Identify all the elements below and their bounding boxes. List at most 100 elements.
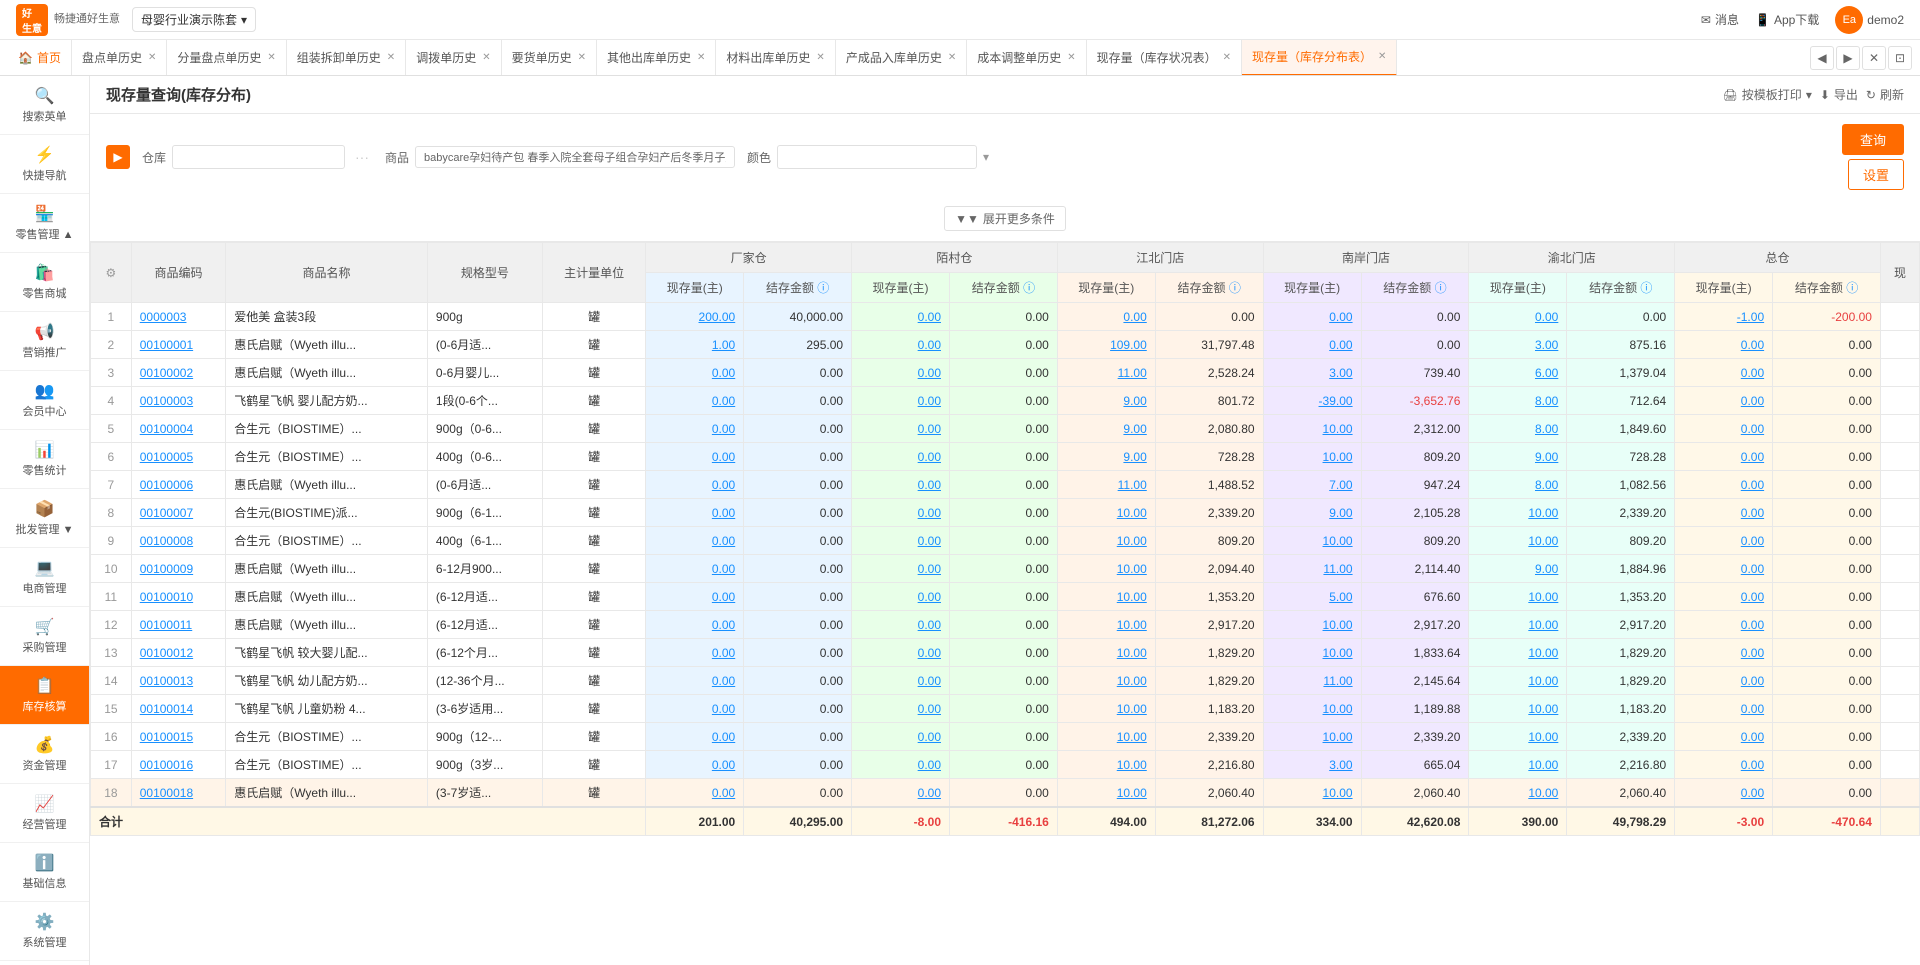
factory-qty[interactable]: 0.00 <box>646 415 744 443</box>
app-download-button[interactable]: 📱 App下载 <box>1755 11 1819 28</box>
nanan-qty[interactable]: 0.00 <box>1263 303 1361 331</box>
total-qty[interactable]: 0.00 <box>1675 471 1773 499</box>
total-qty[interactable]: 0.00 <box>1675 359 1773 387</box>
jiangbei-qty[interactable]: 10.00 <box>1057 555 1155 583</box>
color-input[interactable] <box>777 145 977 169</box>
close-icon[interactable]: ✕ <box>1378 51 1386 62</box>
product-code[interactable]: 00100003 <box>131 387 225 415</box>
nanan-qty[interactable]: 10.00 <box>1263 527 1361 555</box>
jiangbei-qty[interactable]: 10.00 <box>1057 667 1155 695</box>
close-icon[interactable]: ✕ <box>816 52 824 63</box>
nanan-qty[interactable]: -39.00 <box>1263 387 1361 415</box>
product-code[interactable]: 00100014 <box>131 695 225 723</box>
yubei-qty[interactable]: 10.00 <box>1469 667 1567 695</box>
total-qty[interactable]: 0.00 <box>1675 499 1773 527</box>
sidebar-item-system[interactable]: ⚙️ 系统管理 <box>0 902 89 961</box>
nav-next-button[interactable]: ▶ <box>1836 46 1860 70</box>
tab-transfer[interactable]: 调拨单历史 ✕ <box>406 40 501 76</box>
sidebar-item-finance[interactable]: 💰 资金管理 <box>0 725 89 784</box>
close-icon[interactable]: ✕ <box>482 52 490 63</box>
factory-qty[interactable]: 0.00 <box>646 723 744 751</box>
yubei-qty[interactable]: 10.00 <box>1469 583 1567 611</box>
mocun-qty[interactable]: 0.00 <box>852 303 950 331</box>
mocun-qty[interactable]: 0.00 <box>852 359 950 387</box>
product-code[interactable]: 00100008 <box>131 527 225 555</box>
nav-prev-button[interactable]: ◀ <box>1810 46 1834 70</box>
factory-qty[interactable]: 1.00 <box>646 331 744 359</box>
total-qty[interactable]: 0.00 <box>1675 723 1773 751</box>
nanan-qty[interactable]: 3.00 <box>1263 751 1361 779</box>
product-code[interactable]: 00100016 <box>131 751 225 779</box>
close-icon[interactable]: ✕ <box>387 52 395 63</box>
sidebar-item-retail-stats[interactable]: 📊 零售统计 <box>0 430 89 489</box>
tab-other-out[interactable]: 其他出库单历史 ✕ <box>597 40 716 76</box>
yubei-qty[interactable]: 9.00 <box>1469 443 1567 471</box>
nanan-qty[interactable]: 3.00 <box>1263 359 1361 387</box>
jiangbei-qty[interactable]: 9.00 <box>1057 443 1155 471</box>
sidebar-item-ecommerce[interactable]: 💻 电商管理 <box>0 548 89 607</box>
jiangbei-qty[interactable]: 10.00 <box>1057 527 1155 555</box>
yubei-qty[interactable]: 10.00 <box>1469 779 1567 808</box>
total-qty[interactable]: -1.00 <box>1675 303 1773 331</box>
refresh-button[interactable]: ↻ 刷新 <box>1866 86 1904 103</box>
sidebar-item-basic-info[interactable]: ℹ️ 基础信息 <box>0 843 89 902</box>
mocun-qty[interactable]: 0.00 <box>852 751 950 779</box>
factory-qty[interactable]: 0.00 <box>646 611 744 639</box>
close-icon[interactable]: ✕ <box>267 52 275 63</box>
jiangbei-qty[interactable]: 11.00 <box>1057 359 1155 387</box>
jiangbei-qty[interactable]: 10.00 <box>1057 583 1155 611</box>
nanan-qty[interactable]: 10.00 <box>1263 415 1361 443</box>
nanan-qty[interactable]: 5.00 <box>1263 583 1361 611</box>
mocun-qty[interactable]: 0.00 <box>852 471 950 499</box>
mocun-qty[interactable]: 0.00 <box>852 611 950 639</box>
nanan-qty[interactable]: 10.00 <box>1263 779 1361 808</box>
close-icon[interactable]: ✕ <box>578 52 586 63</box>
factory-qty[interactable]: 0.00 <box>646 471 744 499</box>
product-code[interactable]: 00100012 <box>131 639 225 667</box>
yubei-qty[interactable]: 8.00 <box>1469 471 1567 499</box>
total-qty[interactable]: 0.00 <box>1675 611 1773 639</box>
jiangbei-qty[interactable]: 10.00 <box>1057 639 1155 667</box>
nanan-qty[interactable]: 0.00 <box>1263 331 1361 359</box>
mocun-qty[interactable]: 0.00 <box>852 639 950 667</box>
total-qty[interactable]: 0.00 <box>1675 415 1773 443</box>
jiangbei-qty[interactable]: 0.00 <box>1057 303 1155 331</box>
mocun-qty[interactable]: 0.00 <box>852 527 950 555</box>
close-icon[interactable]: ✕ <box>1223 52 1231 63</box>
close-icon[interactable]: ✕ <box>697 52 705 63</box>
message-button[interactable]: ✉ 消息 <box>1701 11 1739 28</box>
tab-product-in[interactable]: 产成品入库单历史 ✕ <box>836 40 967 76</box>
mocun-qty[interactable]: 0.00 <box>852 415 950 443</box>
mocun-qty[interactable]: 0.00 <box>852 499 950 527</box>
sidebar-item-wholesale[interactable]: 📦 批发管理 ▼ <box>0 489 89 548</box>
export-button[interactable]: ⬇ 导出 <box>1820 86 1858 103</box>
yubei-qty[interactable]: 9.00 <box>1469 555 1567 583</box>
factory-qty[interactable]: 0.00 <box>646 751 744 779</box>
factory-qty[interactable]: 200.00 <box>646 303 744 331</box>
sidebar-item-marketing[interactable]: 📢 营销推广 <box>0 312 89 371</box>
yubei-qty[interactable]: 10.00 <box>1469 527 1567 555</box>
yubei-qty[interactable]: 6.00 <box>1469 359 1567 387</box>
total-qty[interactable]: 0.00 <box>1675 751 1773 779</box>
setting-button[interactable]: 设置 <box>1848 159 1904 190</box>
sidebar-item-business[interactable]: 📈 经营管理 <box>0 784 89 843</box>
nanan-qty[interactable]: 9.00 <box>1263 499 1361 527</box>
jiangbei-qty[interactable]: 10.00 <box>1057 695 1155 723</box>
warehouse-input[interactable] <box>172 145 345 169</box>
nanan-qty[interactable]: 10.00 <box>1263 611 1361 639</box>
warehouse-dots[interactable]: ··· <box>355 149 369 165</box>
factory-qty[interactable]: 0.00 <box>646 779 744 808</box>
mocun-qty[interactable]: 0.00 <box>852 723 950 751</box>
yubei-qty[interactable]: 10.00 <box>1469 695 1567 723</box>
expand-conditions-button[interactable]: ▼▼ 展开更多条件 <box>944 206 1066 231</box>
jiangbei-qty[interactable]: 10.00 <box>1057 611 1155 639</box>
user-profile[interactable]: Ea demo2 <box>1835 6 1904 34</box>
tab-material-out[interactable]: 材料出库单历史 ✕ <box>716 40 835 76</box>
mocun-qty[interactable]: 0.00 <box>852 555 950 583</box>
sidebar-item-search[interactable]: 🔍 搜索英单 <box>0 76 89 135</box>
total-qty[interactable]: 0.00 <box>1675 667 1773 695</box>
query-button[interactable]: 查询 <box>1842 124 1904 155</box>
nanan-qty[interactable]: 10.00 <box>1263 695 1361 723</box>
jiangbei-qty[interactable]: 9.00 <box>1057 387 1155 415</box>
jiangbei-qty[interactable]: 10.00 <box>1057 499 1155 527</box>
